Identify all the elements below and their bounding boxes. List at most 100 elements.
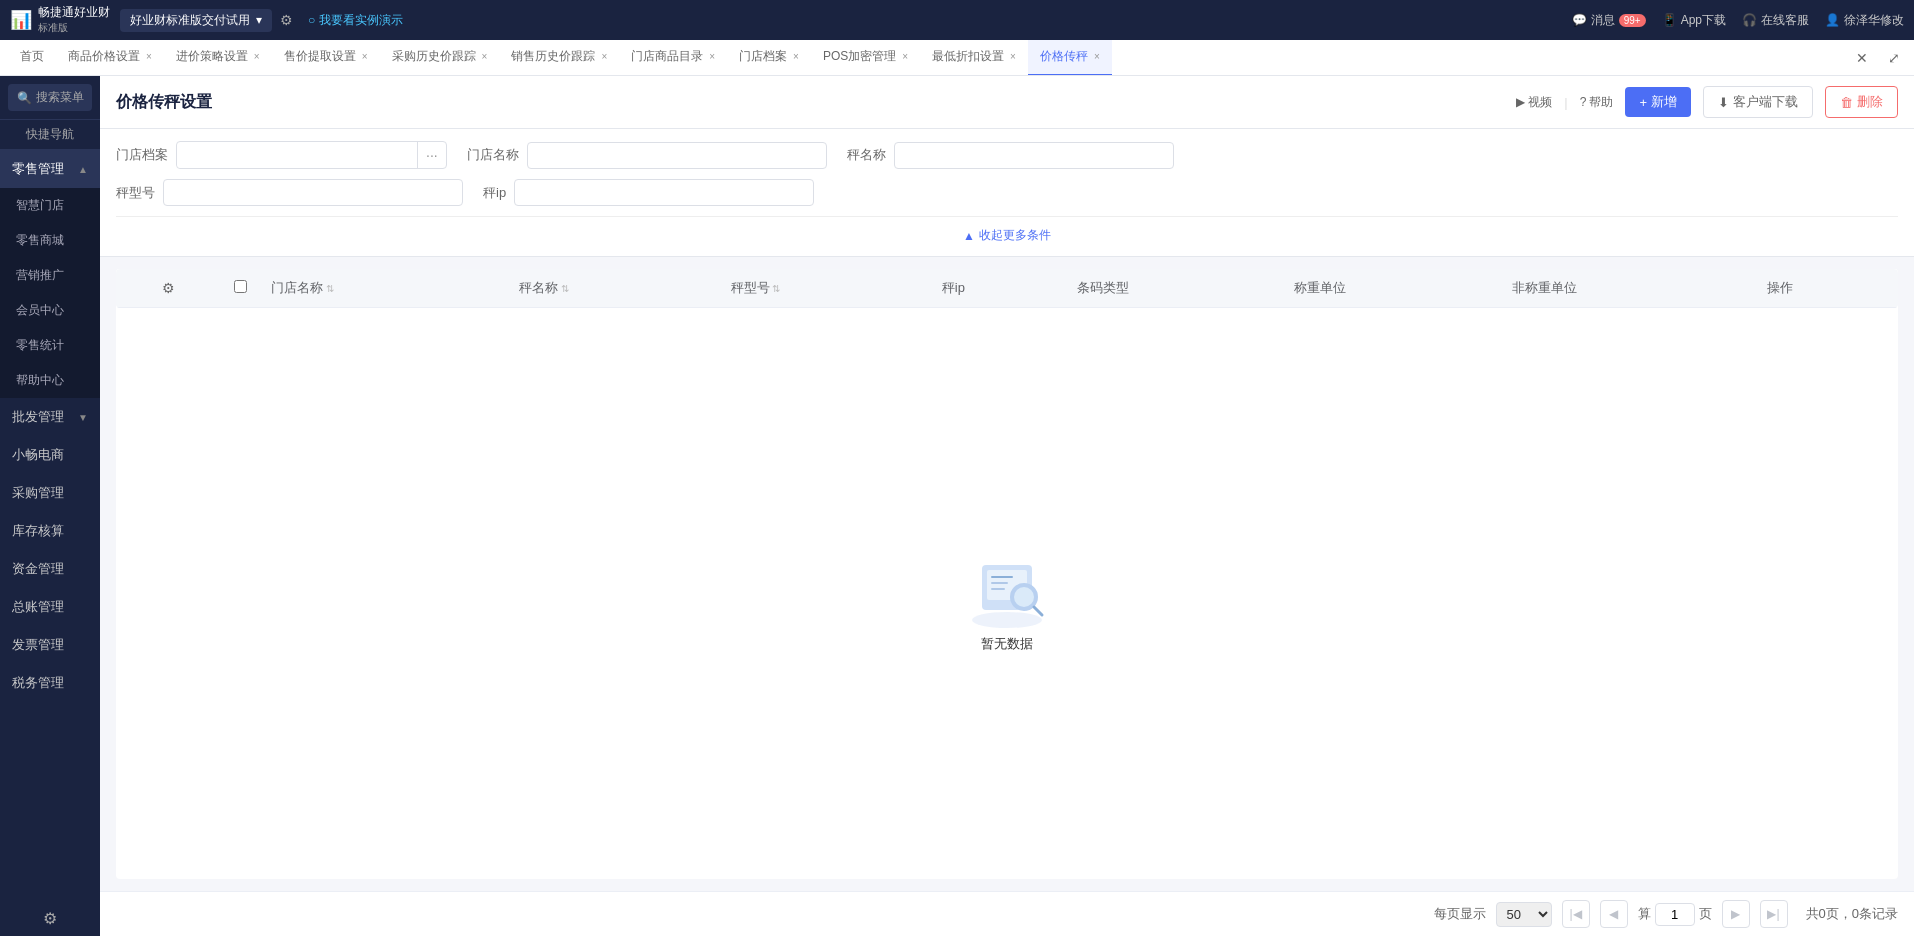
tab-price-scale[interactable]: 价格传秤 ×: [1028, 40, 1112, 76]
filter-store-file: 门店档案 ···: [116, 141, 447, 169]
scale-name-label: 秤名称: [847, 146, 886, 164]
app-download-btn[interactable]: 📱 App下载: [1662, 12, 1726, 29]
video-link[interactable]: ▶ 视频: [1516, 94, 1552, 111]
collapse-btn[interactable]: ▲ 收起更多条件: [963, 227, 1051, 244]
ellipsis-icon[interactable]: ···: [417, 142, 446, 168]
tab-close-icon[interactable]: ×: [709, 51, 715, 62]
tab-sale-history[interactable]: 销售历史价跟踪 ×: [499, 40, 619, 76]
next-page-btn[interactable]: ▶: [1722, 900, 1750, 928]
first-page-btn[interactable]: |◀: [1562, 900, 1590, 928]
tab-close-icon[interactable]: ×: [601, 51, 607, 62]
app-download-label: App下载: [1681, 12, 1726, 29]
version-selector[interactable]: 好业财标准版交付试用 ▾: [120, 9, 272, 32]
scale-ip-label: 秤ip: [483, 184, 506, 202]
store-name-input[interactable]: [527, 142, 827, 169]
sidebar-item-wholesale[interactable]: 批发管理 ▼: [0, 398, 100, 436]
tab-purchase-strategy[interactable]: 进价策略设置 ×: [164, 40, 272, 76]
table-settings-icon[interactable]: ⚙: [162, 280, 175, 296]
table-header-scale-name[interactable]: 秤名称: [507, 269, 718, 308]
sidebar-search-btn[interactable]: 🔍 搜索菜单: [8, 84, 92, 111]
sidebar-item-inventory[interactable]: 库存核算: [0, 512, 100, 550]
filter-store-name: 门店名称: [467, 142, 827, 169]
prev-page-btn[interactable]: ◀: [1600, 900, 1628, 928]
store-name-label: 门店名称: [467, 146, 519, 164]
add-button[interactable]: + 新增: [1625, 87, 1691, 117]
scale-model-input[interactable]: [163, 179, 463, 206]
message-icon: 💬: [1572, 13, 1587, 27]
sidebar-item-ecommerce[interactable]: 小畅电商: [0, 436, 100, 474]
sidebar-item-tax[interactable]: 税务管理: [0, 664, 100, 702]
tab-close-icon[interactable]: ×: [1010, 51, 1016, 62]
table-header-checkbox: [222, 269, 259, 308]
sidebar-item-fund[interactable]: 资金管理: [0, 550, 100, 588]
inventory-label: 库存核算: [12, 522, 64, 540]
tab-close-icon[interactable]: ×: [902, 51, 908, 62]
tab-price-settings[interactable]: 商品价格设置 ×: [56, 40, 164, 76]
sidebar-item-marketing[interactable]: 营销推广: [0, 258, 100, 293]
maximize-window-btn[interactable]: ⤢: [1882, 46, 1906, 70]
sidebar-quick-nav[interactable]: 快捷导航: [0, 120, 100, 150]
sidebar-item-retail-stats[interactable]: 零售统计: [0, 328, 100, 363]
help-link[interactable]: ? 帮助: [1580, 94, 1614, 111]
version-label: 好业财标准版交付试用: [130, 12, 250, 29]
tab-close-icon[interactable]: ×: [146, 51, 152, 62]
message-btn[interactable]: 💬 消息 99+: [1572, 12, 1646, 29]
tab-pos-management[interactable]: POS加密管理 ×: [811, 40, 920, 76]
divider: |: [1564, 95, 1567, 110]
tab-close-icon[interactable]: ×: [482, 51, 488, 62]
sidebar-item-help[interactable]: 帮助中心: [0, 363, 100, 398]
filter-scale-ip: 秤ip: [483, 179, 814, 206]
sidebar-item-smart-store[interactable]: 智慧门店: [0, 188, 100, 223]
chevron-down-icon: ▼: [78, 412, 88, 423]
tab-close-icon[interactable]: ×: [362, 51, 368, 62]
logo-sub: 标准版: [38, 21, 110, 35]
tab-pos-management-label: POS加密管理: [823, 48, 896, 65]
sidebar-item-retail[interactable]: 零售管理 ▲: [0, 150, 100, 188]
store-file-input-wrapper: ···: [176, 141, 447, 169]
tab-sale-extract[interactable]: 售价提取设置 ×: [272, 40, 380, 76]
sidebar-item-member[interactable]: 会员中心: [0, 293, 100, 328]
tab-close-icon[interactable]: ×: [254, 51, 260, 62]
logo-area: 📊 畅捷通好业财 标准版: [10, 5, 110, 35]
select-all-checkbox[interactable]: [234, 280, 247, 293]
tab-close-icon[interactable]: ×: [1094, 51, 1100, 62]
online-service-btn[interactable]: 🎧 在线客服: [1742, 12, 1809, 29]
logo-icon: 📊: [10, 9, 32, 31]
sidebar-item-general[interactable]: 总账管理: [0, 588, 100, 626]
video-label: 视频: [1528, 94, 1552, 111]
tab-close-icon[interactable]: ×: [793, 51, 799, 62]
demo-link[interactable]: ○ 我要看实例演示: [308, 12, 403, 29]
table-header-scale-model[interactable]: 秤型号: [719, 269, 930, 308]
chevron-up-icon: ▲: [963, 229, 975, 243]
user-btn[interactable]: 👤 徐泽华修改: [1825, 12, 1904, 29]
empty-state: 暂无数据: [116, 308, 1898, 879]
tab-home[interactable]: 首页: [8, 40, 56, 76]
tab-store-file[interactable]: 门店档案 ×: [727, 40, 811, 76]
tab-purchase-history[interactable]: 采购历史价跟踪 ×: [380, 40, 500, 76]
sidebar-item-invoice[interactable]: 发票管理: [0, 626, 100, 664]
empty-illustration: [957, 535, 1057, 635]
page-size-select[interactable]: 10 20 50 100: [1496, 902, 1552, 927]
close-window-btn[interactable]: ✕: [1850, 46, 1874, 70]
sidebar-item-purchase[interactable]: 采购管理: [0, 474, 100, 512]
store-file-label: 门店档案: [116, 146, 168, 164]
headset-icon: 🎧: [1742, 13, 1757, 27]
last-page-btn[interactable]: ▶|: [1760, 900, 1788, 928]
table-header-store-name[interactable]: 门店名称: [259, 269, 507, 308]
scale-name-input[interactable]: [894, 142, 1174, 169]
sidebar-settings-btn[interactable]: ⚙: [43, 909, 57, 928]
scale-ip-input[interactable]: [514, 179, 814, 206]
delete-button[interactable]: 🗑 删除: [1825, 86, 1898, 118]
empty-text: 暂无数据: [981, 635, 1033, 653]
store-file-input[interactable]: [177, 143, 417, 168]
filter-scale-model: 秤型号: [116, 179, 463, 206]
pagination-bar: 每页显示 10 20 50 100 |◀ ◀ 算 页 ▶ ▶| 共0页，0条记录: [100, 891, 1914, 936]
page-input[interactable]: [1655, 903, 1695, 926]
page-title: 价格传秤设置: [116, 92, 212, 113]
sidebar-item-retail-mall[interactable]: 零售商城: [0, 223, 100, 258]
tab-min-discount[interactable]: 最低折扣设置 ×: [920, 40, 1028, 76]
settings-icon[interactable]: ⚙: [280, 12, 293, 28]
tab-store-catalog[interactable]: 门店商品目录 ×: [619, 40, 727, 76]
download-button[interactable]: ⬇ 客户端下载: [1703, 86, 1813, 118]
sidebar-search: 🔍 搜索菜单: [0, 76, 100, 120]
